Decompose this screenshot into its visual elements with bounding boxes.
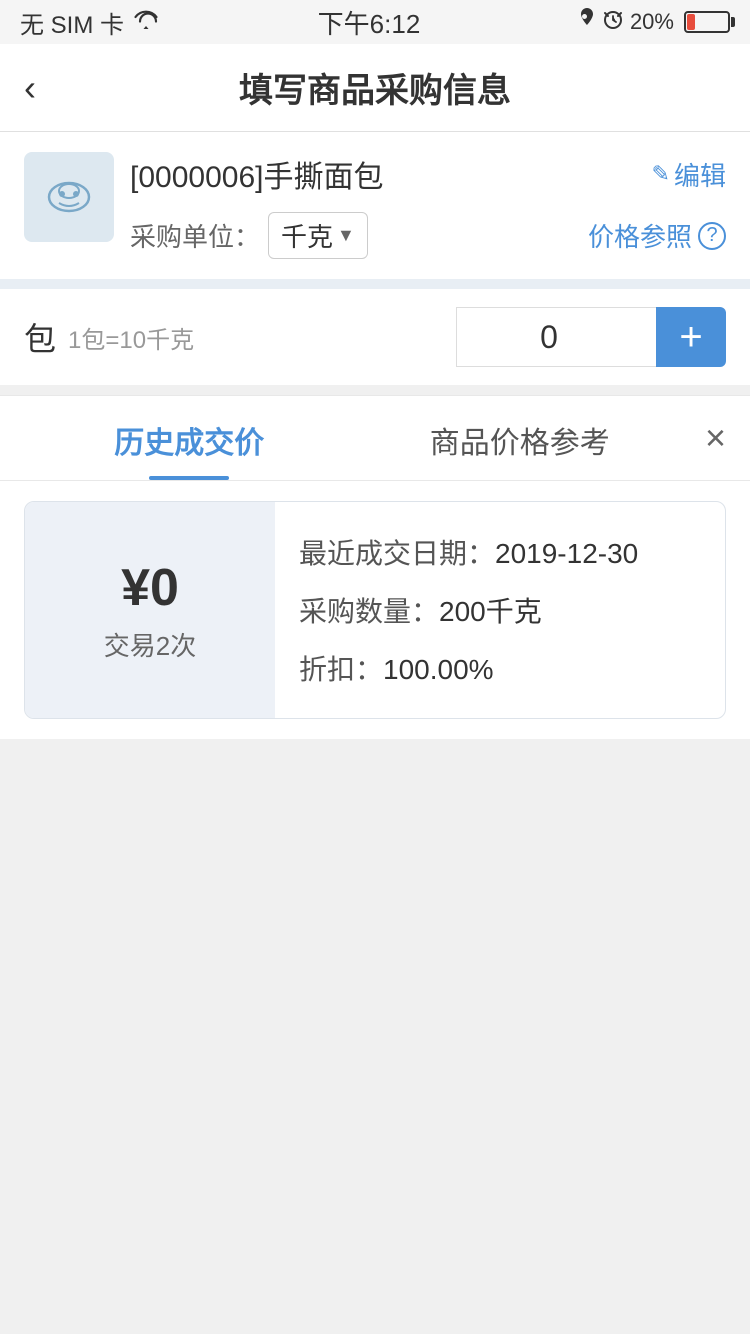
recent-date-label: 最近成交日期： [299,538,495,569]
price-ref-help-icon: ? [698,222,726,250]
price-currency: ¥ [121,559,150,617]
tabs-section: 历史成交价 商品价格参考 × ¥0 交易2次 最近成交日期：2019-12-30… [0,395,750,739]
tab-price-ref[interactable]: 商品价格参考 [354,396,684,480]
unit-value: 千克 [281,217,333,254]
tab-history-price[interactable]: 历史成交价 [24,396,354,480]
edit-label: 编辑 [674,156,726,193]
card-left: ¥0 交易2次 [25,502,275,718]
alarm-icon [602,8,624,36]
price-ref-label: 价格参照 [588,217,692,254]
quantity-right: + [456,307,726,367]
quantity-left: 包 1包=10千克 [24,314,194,360]
product-thumbnail [24,152,114,242]
unit-selector-group: 采购单位： 千克 ▼ [130,212,368,259]
price-ref-button[interactable]: 价格参照 ? [588,217,726,254]
back-button[interactable]: ‹ [24,67,36,109]
quantity-plus-button[interactable]: + [656,307,726,367]
discount-row: 折扣：100.00% [299,648,701,688]
tab-active-indicator [149,476,229,480]
status-time: 下午6:12 [318,4,421,41]
edit-icon: ✎ [652,161,670,187]
page-title: 填写商品采购信息 [239,63,511,112]
quantity-row: 采购数量：200千克 [299,590,701,630]
recent-date-row: 最近成交日期：2019-12-30 [299,532,701,572]
status-left: 无 SIM 卡 [20,5,160,40]
unit-label: 采购单位： [130,217,260,254]
tab-price-ref-label: 商品价格参考 [430,427,610,460]
product-section: [0000006]手撕面包 ✎ 编辑 采购单位： 千克 ▼ 价格参照 ? [0,132,750,279]
quantity-section: 包 1包=10千克 + [0,289,750,385]
quantity-unit: 包 [24,314,56,360]
carrier-text: 无 SIM 卡 [20,5,124,40]
battery-percent: 20% [630,9,674,35]
unit-select[interactable]: 千克 ▼ [268,212,368,259]
discount-value: 100.00% [383,654,494,685]
price-value: 0 [150,559,179,617]
price-card: ¥0 交易2次 最近成交日期：2019-12-30 采购数量：200千克 折扣：… [24,501,726,719]
edit-button[interactable]: ✎ 编辑 [652,156,726,193]
unit-row: 采购单位： 千克 ▼ 价格参照 ? [130,212,726,259]
quantity-unit-hint: 1包=10千克 [68,320,194,355]
card-quantity-label: 采购数量： [299,596,439,627]
battery-icon [684,11,730,33]
tab-history-label: 历史成交价 [114,427,264,460]
product-name-row: [0000006]手撕面包 ✎ 编辑 [130,152,726,196]
quantity-input[interactable] [456,307,656,367]
page-background [0,739,750,1299]
nav-bar: ‹ 填写商品采购信息 [0,44,750,132]
product-info: [0000006]手撕面包 ✎ 编辑 采购单位： 千克 ▼ 价格参照 ? [130,152,726,259]
card-right: 最近成交日期：2019-12-30 采购数量：200千克 折扣：100.00% [275,502,725,718]
price-trades: 交易2次 [104,626,196,663]
card-quantity-value: 200千克 [439,596,542,627]
location-icon [578,8,596,36]
wifi-icon [132,8,160,37]
unit-arrow-icon: ▼ [337,225,355,246]
tabs-close-button[interactable]: × [685,407,726,469]
status-bar: 无 SIM 卡 下午6:12 20% [0,0,750,44]
section-divider [0,279,750,289]
recent-date-value: 2019-12-30 [495,538,638,569]
price-card-area: ¥0 交易2次 最近成交日期：2019-12-30 采购数量：200千克 折扣：… [0,481,750,739]
product-row: [0000006]手撕面包 ✎ 编辑 采购单位： 千克 ▼ 价格参照 ? [24,152,726,259]
price-amount: ¥0 [121,558,179,618]
product-name: [0000006]手撕面包 [130,152,383,196]
tabs-header: 历史成交价 商品价格参考 × [0,396,750,481]
discount-label: 折扣： [299,654,383,685]
status-right: 20% [578,8,730,36]
